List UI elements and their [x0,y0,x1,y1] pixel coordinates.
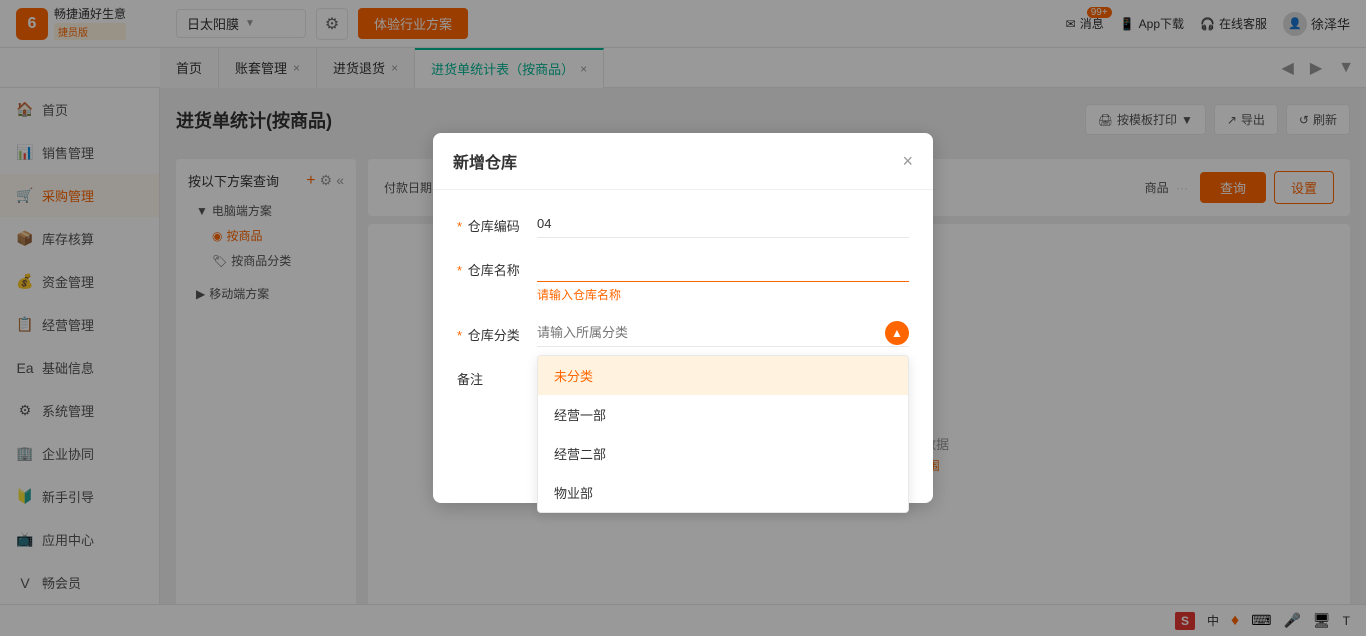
dialog-close-button[interactable]: × [902,151,913,172]
modal-overlay[interactable]: 新增仓库 × * 仓库编码 * 仓库名称 [0,0,1366,636]
dropdown-item-ops2[interactable]: 经营二部 [538,434,908,473]
name-input[interactable] [537,254,909,282]
code-label: * 仓库编码 [457,210,537,235]
notes-label: 备注 [457,363,537,388]
code-input[interactable] [537,210,909,238]
name-error-msg: 请输入仓库名称 [537,286,909,303]
dropdown-item-property[interactable]: 物业部 [538,473,908,512]
dialog-header: 新增仓库 × [433,133,933,190]
category-input[interactable] [537,319,909,347]
name-label: * 仓库名称 [457,254,537,279]
dropdown-item-uncategorized[interactable]: 未分类 [538,356,908,395]
category-arrow-icon[interactable]: ▲ [885,321,909,345]
form-row-code: * 仓库编码 [457,210,909,238]
category-dropdown: 未分类 经营一部 经营二部 物业部 [537,355,909,513]
form-row-name: * 仓库名称 请输入仓库名称 [457,254,909,303]
dialog-title: 新增仓库 [453,149,517,173]
form-row-category: * 仓库分类 ▲ 未分类 经营一部 经营二部 [457,319,909,347]
category-label: * 仓库分类 [457,319,537,344]
dropdown-item-ops1[interactable]: 经营一部 [538,395,908,434]
category-select-wrapper: ▲ 未分类 经营一部 经营二部 物业部 [537,319,909,347]
dialog-body: * 仓库编码 * 仓库名称 请输入仓库名称 [433,190,933,436]
add-warehouse-dialog: 新增仓库 × * 仓库编码 * 仓库名称 [433,133,933,503]
